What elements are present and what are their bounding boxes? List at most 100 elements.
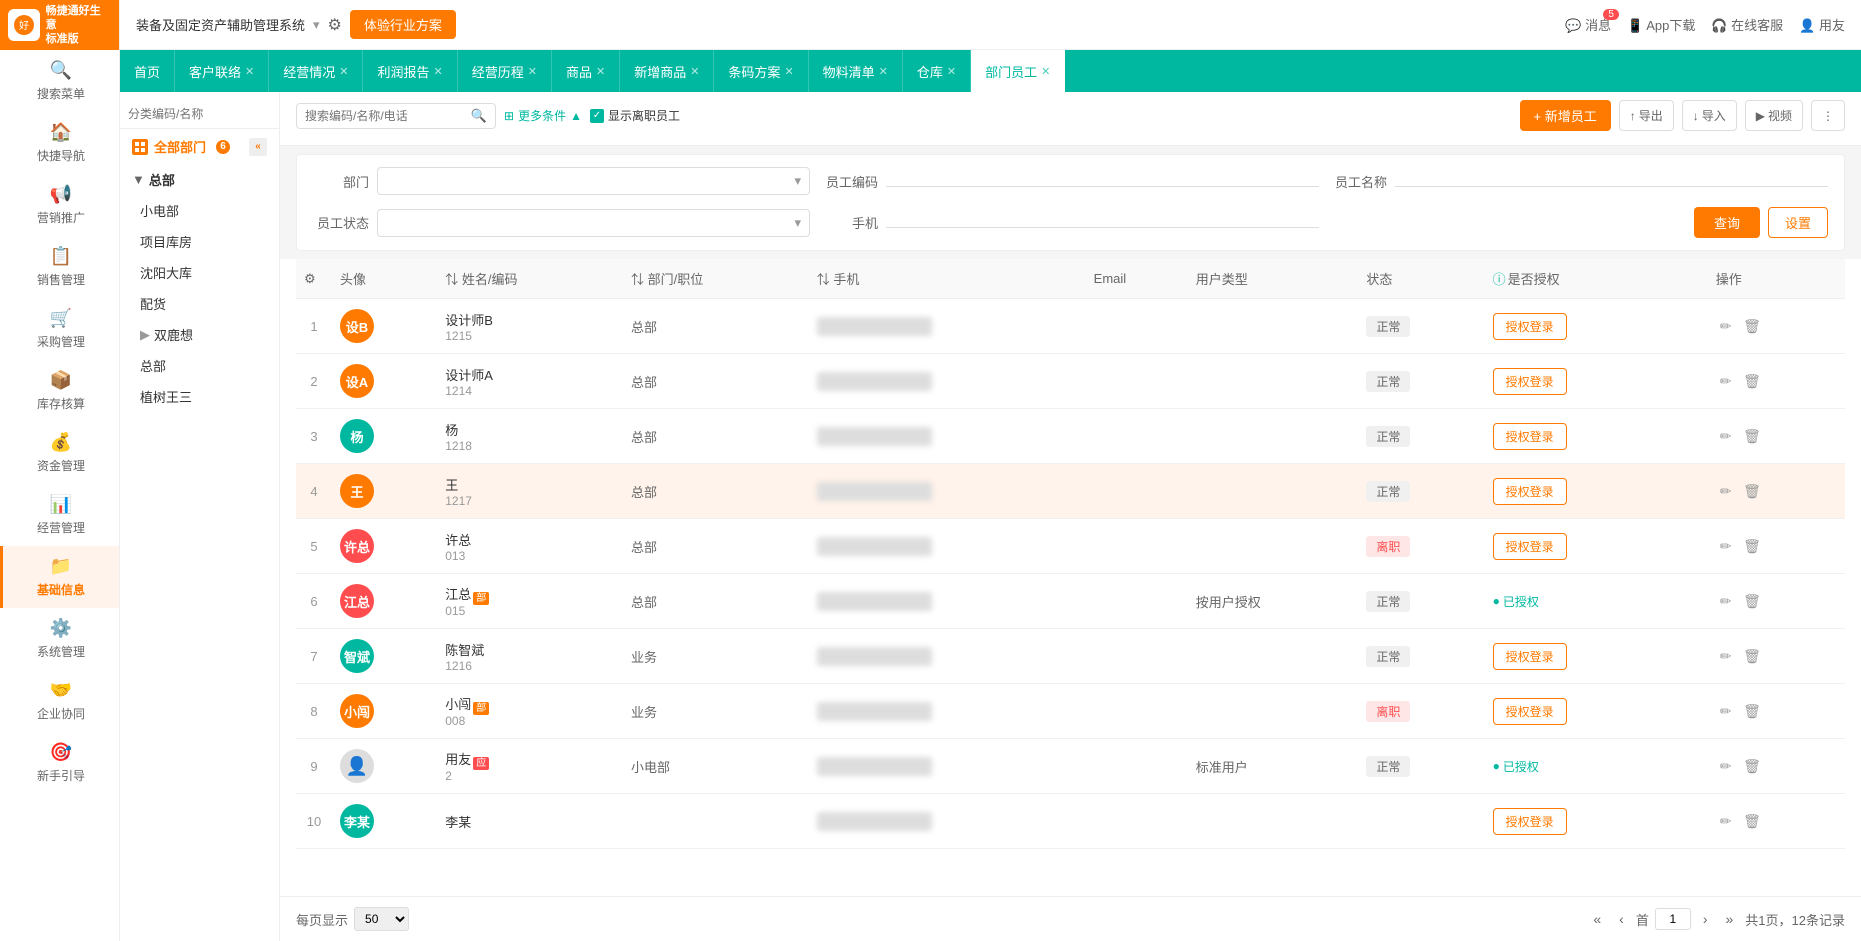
edit-button[interactable]: ✏ — [1716, 481, 1736, 502]
tab-warehouse[interactable]: 仓库 ✕ — [903, 50, 971, 92]
all-dept-header[interactable]: 全部部门 6 « — [120, 129, 279, 164]
tab-bom[interactable]: 物料清单 ✕ — [809, 50, 903, 92]
tab-barcode-close[interactable]: ✕ — [784, 65, 793, 78]
edit-button[interactable]: ✏ — [1716, 591, 1736, 612]
tree-collapse-btn[interactable]: « — [249, 138, 267, 156]
reset-button[interactable]: 设置 — [1768, 207, 1828, 238]
app-download-btn[interactable]: 📱 App下载 — [1627, 15, 1695, 34]
tab-profit[interactable]: 利润报告 ✕ — [363, 50, 457, 92]
next-page-btn[interactable]: › — [1697, 909, 1714, 929]
auth-login-button[interactable]: 授权登录 — [1493, 478, 1567, 505]
dept-node-shuang[interactable]: ▶ 双鹿想 — [120, 319, 279, 350]
tab-employee[interactable]: 部门员工 ✕ — [971, 50, 1065, 92]
more-button[interactable]: ⋮ — [1811, 100, 1845, 131]
edit-button[interactable]: ✏ — [1716, 316, 1736, 337]
sidebar-item-inventory[interactable]: 📦 库存核算 — [0, 360, 119, 422]
edit-button[interactable]: ✏ — [1716, 536, 1736, 557]
per-page-select[interactable]: 50 100 — [354, 907, 409, 931]
tab-addproduct[interactable]: 新增商品 ✕ — [620, 50, 714, 92]
tab-employee-close[interactable]: ✕ — [1041, 65, 1050, 78]
tab-profit-close[interactable]: ✕ — [434, 65, 443, 78]
tab-operation[interactable]: 经营情况 ✕ — [269, 50, 363, 92]
sidebar-item-system[interactable]: ⚙️ 系统管理 — [0, 608, 119, 670]
tab-bom-close[interactable]: ✕ — [879, 65, 888, 78]
show-resigned-toggle[interactable]: ✓ 显示离职员工 — [590, 107, 680, 124]
add-employee-button[interactable]: + 新增员工 — [1520, 100, 1611, 131]
auth-login-button[interactable]: 授权登录 — [1493, 313, 1567, 340]
delete-button[interactable]: 🗑 — [1739, 316, 1765, 337]
tab-customer-close[interactable]: ✕ — [245, 65, 254, 78]
sidebar-item-guide[interactable]: 🎯 新手引导 — [0, 732, 119, 794]
th-phone[interactable]: ⇅ 手机 — [809, 259, 1086, 299]
sidebar-item-sales[interactable]: 📋 销售管理 — [0, 236, 119, 298]
th-settings[interactable]: ⚙ — [296, 259, 332, 299]
sidebar-item-purchase[interactable]: 🛒 采购管理 — [0, 298, 119, 360]
auth-login-button[interactable]: 授权登录 — [1493, 423, 1567, 450]
prev-page-btn[interactable]: ‹ — [1613, 909, 1630, 929]
delete-button[interactable]: 🗑 — [1739, 426, 1765, 447]
tab-operation-close[interactable]: ✕ — [339, 65, 348, 78]
tab-product-close[interactable]: ✕ — [596, 65, 605, 78]
auth-login-button[interactable]: 授权登录 — [1493, 808, 1567, 835]
sidebar-item-search[interactable]: 🔍 搜索菜单 — [0, 50, 119, 112]
tab-warehouse-close[interactable]: ✕ — [947, 65, 956, 78]
th-name[interactable]: ⇅ 姓名/编码 — [437, 259, 623, 299]
delete-button[interactable]: 🗑 — [1739, 536, 1765, 557]
topbar-gear-icon[interactable]: ⚙ — [328, 15, 342, 35]
import-button[interactable]: ↓ 导入 — [1682, 100, 1737, 131]
delete-button[interactable]: 🗑 — [1739, 591, 1765, 612]
empstatus-select[interactable]: ▾ — [377, 209, 810, 237]
sidebar-item-marketing[interactable]: 📢 营销推广 — [0, 174, 119, 236]
sidebar-item-finance[interactable]: 💰 资金管理 — [0, 422, 119, 484]
auth-login-button[interactable]: 授权登录 — [1493, 698, 1567, 725]
auth-login-button[interactable]: 授权登录 — [1493, 368, 1567, 395]
edit-button[interactable]: ✏ — [1716, 756, 1736, 777]
query-button[interactable]: 查询 — [1694, 207, 1760, 238]
tab-history[interactable]: 经营历程 ✕ — [458, 50, 552, 92]
dept-node-hq2[interactable]: 总部 — [120, 350, 279, 381]
edit-button[interactable]: ✏ — [1716, 371, 1736, 392]
edit-button[interactable]: ✏ — [1716, 426, 1736, 447]
trial-button[interactable]: 体验行业方案 — [350, 10, 456, 39]
export-button[interactable]: ↑ 导出 — [1619, 100, 1674, 131]
th-dept[interactable]: ⇅ 部门/职位 — [623, 259, 809, 299]
dept-node-project[interactable]: 项目库房 — [120, 226, 279, 257]
video-button[interactable]: ▶ 视频 — [1745, 100, 1803, 131]
auth-login-button[interactable]: 授权登录 — [1493, 533, 1567, 560]
dept-node-shenyang[interactable]: 沈阳大库 — [120, 257, 279, 288]
sidebar-item-collab[interactable]: 🤝 企业协同 — [0, 670, 119, 732]
employee-search-input[interactable] — [305, 109, 471, 123]
sidebar-item-quicknav[interactable]: 🏠 快捷导航 — [0, 112, 119, 174]
tab-addproduct-close[interactable]: ✕ — [690, 65, 699, 78]
edit-button[interactable]: ✏ — [1716, 646, 1736, 667]
page-number-input[interactable] — [1655, 908, 1691, 930]
edit-button[interactable]: ✏ — [1716, 701, 1736, 722]
sidebar-item-basic[interactable]: 📁 基础信息 — [0, 546, 119, 608]
edit-button[interactable]: ✏ — [1716, 811, 1736, 832]
delete-button[interactable]: 🗑 — [1739, 811, 1765, 832]
sidebar-item-management[interactable]: 📊 经营管理 — [0, 484, 119, 546]
phone-input[interactable] — [886, 217, 1319, 228]
user-btn[interactable]: 👤 用友 — [1799, 15, 1845, 34]
dept-node-electric[interactable]: 小电部 — [120, 195, 279, 226]
dept-node-zhishu[interactable]: 植树王三 — [120, 381, 279, 412]
tab-history-close[interactable]: ✕ — [528, 65, 537, 78]
message-btn[interactable]: 💬 5 消息 — [1565, 15, 1611, 34]
dept-select[interactable]: ▾ — [377, 167, 810, 195]
delete-button[interactable]: 🗑 — [1739, 701, 1765, 722]
empcode-input[interactable] — [886, 176, 1319, 187]
auth-login-button[interactable]: 授权登录 — [1493, 643, 1567, 670]
delete-button[interactable]: 🗑 — [1739, 756, 1765, 777]
more-conditions-btn[interactable]: ⊞ 更多条件 ▲ — [504, 107, 582, 124]
delete-button[interactable]: 🗑 — [1739, 646, 1765, 667]
dept-node-distribution[interactable]: 配货 — [120, 288, 279, 319]
dept-search-input[interactable] — [128, 107, 280, 121]
tab-home[interactable]: 首页 — [120, 50, 175, 92]
empname-input[interactable] — [1395, 176, 1828, 187]
delete-button[interactable]: 🗑 — [1739, 371, 1765, 392]
delete-button[interactable]: 🗑 — [1739, 481, 1765, 502]
tab-product[interactable]: 商品 ✕ — [552, 50, 620, 92]
tab-customer[interactable]: 客户联络 ✕ — [175, 50, 269, 92]
online-service-btn[interactable]: 🎧 在线客服 — [1711, 15, 1783, 34]
tab-barcode[interactable]: 条码方案 ✕ — [714, 50, 808, 92]
